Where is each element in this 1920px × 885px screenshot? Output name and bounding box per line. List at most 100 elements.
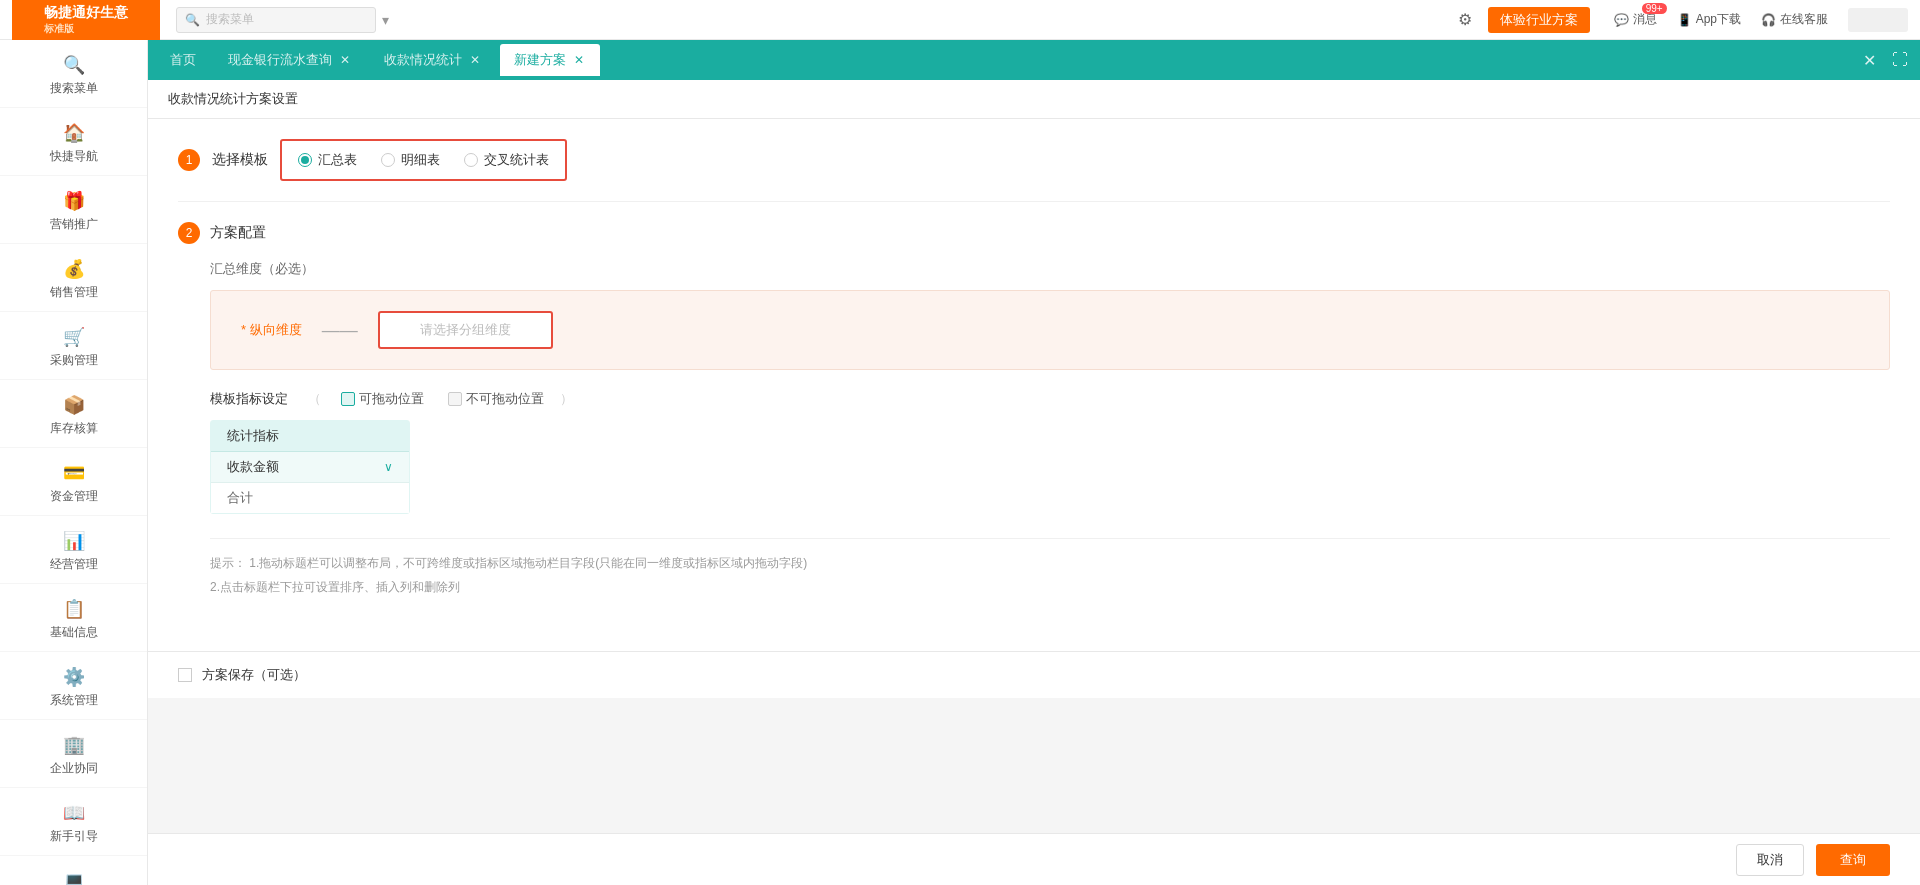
gear-icon: ⚙️: [63, 666, 85, 688]
tab-new-plan-close[interactable]: ✕: [572, 53, 586, 67]
sidebar-label: 营销推广: [50, 216, 98, 233]
sidebar-item-guide[interactable]: 📖 新手引导: [0, 788, 147, 856]
query-button[interactable]: 查询: [1816, 844, 1890, 876]
search-icon: 🔍: [185, 13, 200, 27]
sidebar-item-finance[interactable]: 💳 资金管理: [0, 448, 147, 516]
sidebar-item-basic-info[interactable]: 📋 基础信息: [0, 584, 147, 652]
settings-icon[interactable]: ⚙: [1458, 10, 1472, 29]
tab-cashflow-label: 现金银行流水查询: [228, 51, 332, 69]
sidebar-item-marketing[interactable]: 🎁 营销推广: [0, 176, 147, 244]
search-box[interactable]: 🔍 搜索菜单: [176, 7, 376, 33]
sales-icon: 💰: [63, 258, 85, 280]
search-dropdown-icon[interactable]: ▾: [382, 12, 389, 28]
step1-title: 选择模板: [212, 151, 268, 169]
step2-title: 方案配置: [210, 224, 266, 242]
save-checkbox[interactable]: [178, 668, 192, 682]
tab-receipts[interactable]: 收款情况统计 ✕: [370, 44, 496, 76]
indicator-section: 模板指标设定 （ 可拖动位置 不可拖动位置 ）: [210, 390, 1890, 611]
step1-section: 1 选择模板 汇总表 明细表: [178, 139, 1890, 181]
top-right-actions: 💬 消息 99+ 📱 App下载 🎧 在线客服: [1614, 8, 1908, 32]
clipboard-icon: 📋: [63, 598, 85, 620]
stats-cell-arrow: ∨: [384, 460, 393, 474]
non-draggable-badge: 不可拖动位置: [448, 390, 544, 408]
sidebar-label: 基础信息: [50, 624, 98, 641]
tab-home-label: 首页: [170, 51, 196, 69]
tab-new-plan-label: 新建方案: [514, 51, 566, 69]
radio-summary-label: 汇总表: [318, 151, 357, 169]
tab-receipts-label: 收款情况统计: [384, 51, 462, 69]
dimension-config: 汇总维度（必选） * 纵向维度 —— 请选择分组维度: [210, 260, 1890, 611]
top-actions: ⚙ 体验行业方案: [1458, 7, 1590, 33]
indicator-title: 模板指标设定: [210, 390, 288, 408]
form-area: 1 选择模板 汇总表 明细表: [148, 119, 1920, 651]
user-avatar[interactable]: [1848, 8, 1908, 32]
cart-icon: 🛒: [63, 326, 85, 348]
radio-detail-label: 明细表: [401, 151, 440, 169]
service-icon: 🎧: [1761, 13, 1776, 27]
box-icon: 📦: [63, 394, 85, 416]
message-icon: 💬: [1614, 13, 1629, 27]
cancel-button[interactable]: 取消: [1736, 844, 1804, 876]
step2-section: 2 方案配置 汇总维度（必选） * 纵向维度 —— 请选: [178, 201, 1890, 611]
breadcrumb: 收款情况统计方案设置: [148, 80, 1920, 119]
message-item[interactable]: 💬 消息 99+: [1614, 11, 1657, 28]
trial-button[interactable]: 体验行业方案: [1488, 7, 1590, 33]
download-item[interactable]: 📱 App下载: [1677, 11, 1741, 28]
download-label: App下载: [1696, 11, 1741, 28]
radio-summary-circle: [298, 153, 312, 167]
sidebar-item-system[interactable]: ⚙️ 系统管理: [0, 652, 147, 720]
stats-cell-amount[interactable]: 收款金额 ∨: [211, 452, 409, 483]
sidebar-item-inventory[interactable]: 📦 库存核算: [0, 380, 147, 448]
logo: 畅捷通好生意 标准版: [12, 0, 160, 40]
tab-home[interactable]: 首页: [156, 44, 210, 76]
sidebar-item-operations[interactable]: 📊 经营管理: [0, 516, 147, 584]
dimension-config-label: 汇总维度（必选）: [210, 260, 1890, 278]
tab-new-plan[interactable]: 新建方案 ✕: [500, 44, 600, 76]
sidebar-label: 资金管理: [50, 488, 98, 505]
tip-1: 提示： 1.拖动标题栏可以调整布局，不可跨维度或指标区域拖动栏目字段(只能在同一…: [210, 551, 1890, 575]
stats-header: 统计指标: [211, 421, 409, 452]
step2-num: 2: [178, 222, 200, 244]
page-content: 收款情况统计方案设置 1 选择模板 汇总表: [148, 80, 1920, 885]
sidebar-item-hardware[interactable]: 💻 智能硬件: [0, 856, 147, 885]
radio-cross-circle: [464, 153, 478, 167]
tips-area: 提示： 1.拖动标题栏可以调整布局，不可跨维度或指标区域拖动栏目字段(只能在同一…: [210, 538, 1890, 611]
sidebar-label: 采购管理: [50, 352, 98, 369]
dim-arrow: ——: [322, 320, 358, 341]
sidebar-item-quick-nav[interactable]: 🏠 快捷导航: [0, 108, 147, 176]
radio-cross[interactable]: 交叉统计表: [464, 151, 549, 169]
sidebar-item-enterprise[interactable]: 🏢 企业协同: [0, 720, 147, 788]
draggable-badge: 可拖动位置: [341, 390, 424, 408]
radio-cross-label: 交叉统计表: [484, 151, 549, 169]
home-icon: 🏠: [63, 122, 85, 144]
sidebar-label: 企业协同: [50, 760, 98, 777]
vertical-dim-label: * 纵向维度: [241, 321, 302, 339]
sidebar-item-search[interactable]: 🔍 搜索菜单: [0, 40, 147, 108]
radio-summary[interactable]: 汇总表: [298, 151, 357, 169]
drag-dot: [341, 392, 355, 406]
sidebar-label: 经营管理: [50, 556, 98, 573]
radio-detail-circle: [381, 153, 395, 167]
service-label: 在线客服: [1780, 11, 1828, 28]
tab-receipts-close[interactable]: ✕: [468, 53, 482, 67]
stats-cell-label: 收款金额: [227, 458, 279, 476]
service-item[interactable]: 🎧 在线客服: [1761, 11, 1828, 28]
template-select-box: 汇总表 明细表 交叉统计表: [280, 139, 567, 181]
tab-cashflow-close[interactable]: ✕: [338, 53, 352, 67]
grouping-box[interactable]: 请选择分组维度: [378, 311, 553, 349]
building-icon: 🏢: [63, 734, 85, 756]
close-all-icon[interactable]: ✕: [1859, 47, 1880, 74]
save-label: 方案保存（可选）: [202, 666, 306, 684]
tab-bar: 首页 现金银行流水查询 ✕ 收款情况统计 ✕ 新建方案 ✕ ✕ ⛶: [148, 40, 1920, 80]
step2-header: 2 方案配置: [178, 222, 1890, 244]
sidebar-label: 系统管理: [50, 692, 98, 709]
sidebar-item-sales[interactable]: 💰 销售管理: [0, 244, 147, 312]
chart-icon: 📊: [63, 530, 85, 552]
grouping-placeholder: 请选择分组维度: [420, 322, 511, 337]
sidebar-item-purchase[interactable]: 🛒 采购管理: [0, 312, 147, 380]
radio-group: 汇总表 明细表 交叉统计表: [298, 151, 549, 169]
step1-num: 1: [178, 149, 200, 171]
tab-cashflow[interactable]: 现金银行流水查询 ✕: [214, 44, 366, 76]
radio-detail[interactable]: 明细表: [381, 151, 440, 169]
expand-icon[interactable]: ⛶: [1888, 47, 1912, 73]
